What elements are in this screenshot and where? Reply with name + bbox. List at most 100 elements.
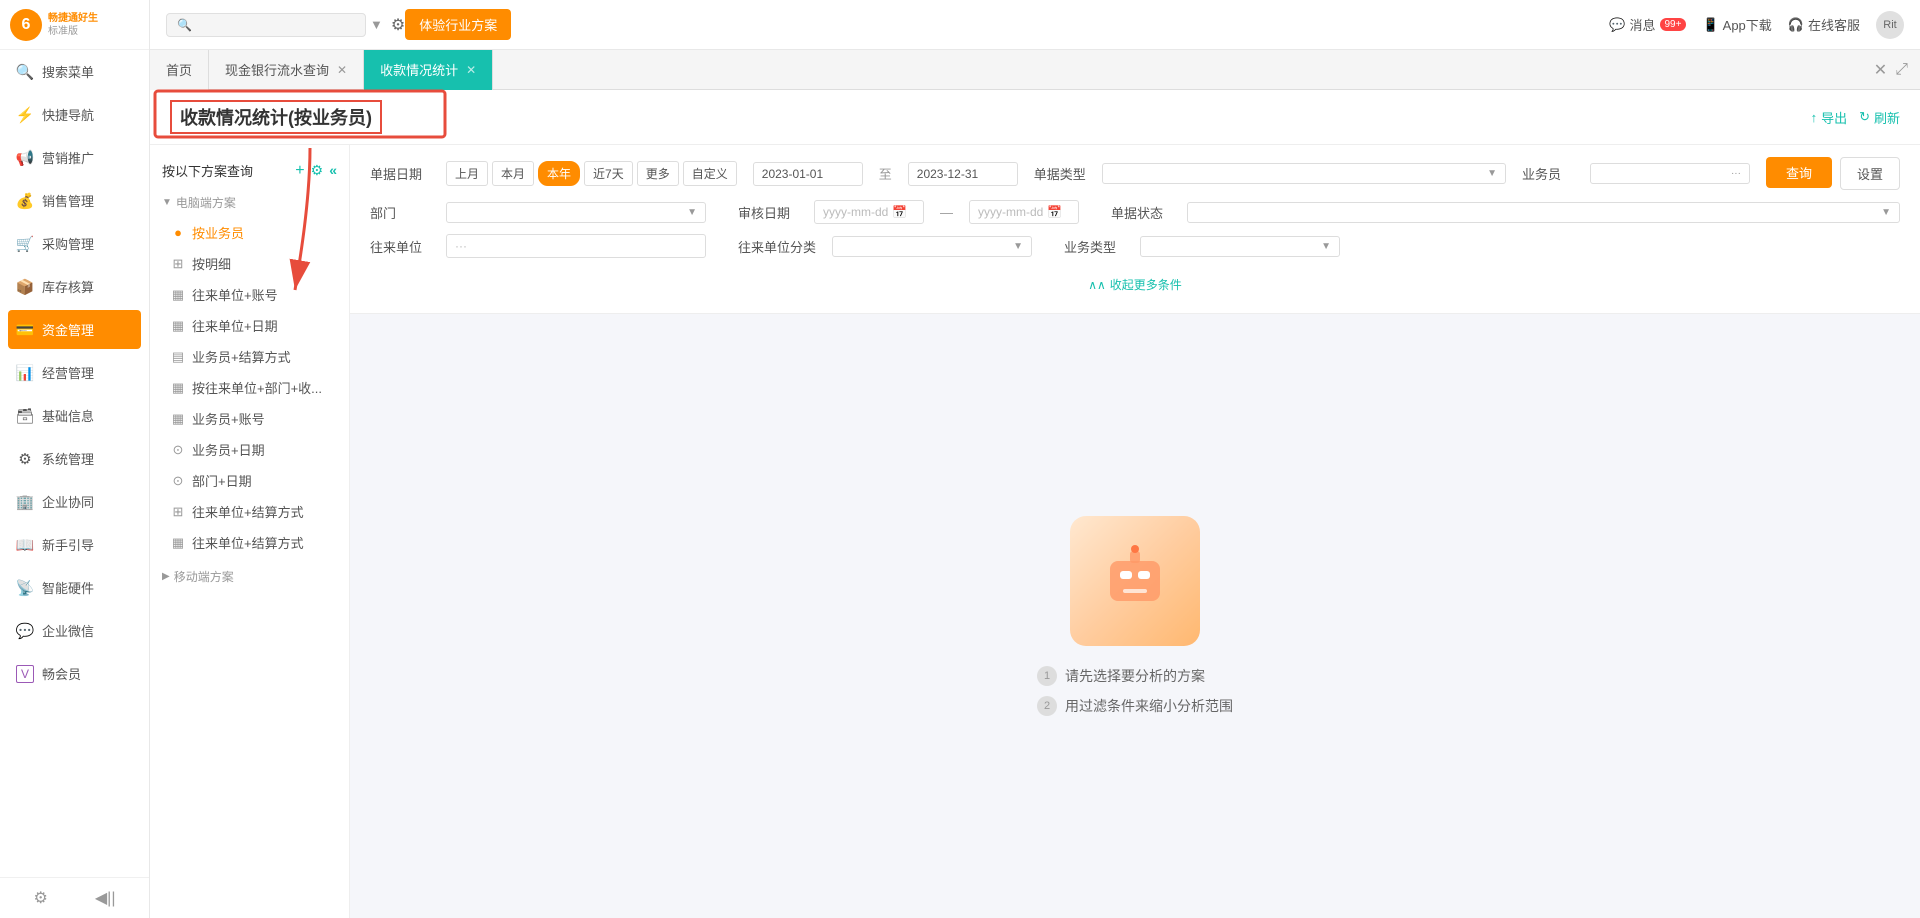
salesperson-select[interactable]: ··· (1590, 163, 1750, 184)
scheme-panel-header: 按以下方案查询 + ⚙ « (150, 153, 349, 188)
review-date-from[interactable]: yyyy-mm-dd 📅 (814, 200, 924, 224)
expand-tabs-icon[interactable]: ⤢ (1895, 61, 1908, 79)
export-btn[interactable]: ↑ 导出 (1811, 108, 1848, 127)
scheme-salesperson-account[interactable]: ▦ 业务员+账号 (150, 403, 349, 434)
tab-home[interactable]: 首页 (150, 50, 209, 90)
sidebar-item-base-info[interactable]: 🗃 基础信息 (0, 394, 149, 437)
counterpart-select[interactable]: ··· (446, 234, 706, 258)
smart-hw-icon: 📡 (16, 579, 34, 597)
doc-type-label: 单据类型 (1034, 164, 1094, 183)
scheme-counterpart-account[interactable]: ▦ 往来单位+账号 (150, 279, 349, 310)
sidebar-item-member[interactable]: V 畅会员 (0, 652, 149, 695)
collapse-filter-btn[interactable]: ∧∧ 收起更多条件 (370, 268, 1900, 301)
calendar-icon-2: 📅 (1047, 205, 1062, 219)
filter-area: 单据日期 上月 本月 本年 近7天 更多 自定义 2023-01-01 至 2 (350, 145, 1920, 314)
scheme-counterpart-settlement1[interactable]: ⊞ 往来单位+结算方式 (150, 496, 349, 527)
sidebar-item-guide[interactable]: 📖 新手引导 (0, 523, 149, 566)
sidebar-item-finance[interactable]: 💳 资金管理 (8, 310, 141, 349)
inventory-icon: 📦 (16, 278, 34, 296)
query-button[interactable]: 查询 (1766, 157, 1832, 188)
counterpart-type-select[interactable]: ▼ (832, 236, 1032, 257)
collapse-panel-icon[interactable]: « (329, 162, 337, 180)
tab-bank-close[interactable]: ✕ (337, 63, 347, 77)
page-title: 收款情况统计(按业务员) (170, 100, 382, 134)
business-type-select[interactable]: ▼ (1140, 236, 1340, 257)
doc-type-select[interactable]: ▼ (1102, 163, 1506, 184)
sidebar: 6 畅捷通好生 标准版 🔍 搜索菜单 ⚡ 快捷导航 📢 营销推广 💰 销售管理 … (0, 0, 150, 918)
refresh-btn[interactable]: ↻ 刷新 (1859, 108, 1900, 127)
pc-group-arrow[interactable]: ▼ (162, 197, 172, 208)
sidebar-item-sales[interactable]: 💰 销售管理 (0, 179, 149, 222)
review-date-sep: — (940, 205, 953, 220)
settings-button[interactable]: 设置 (1840, 157, 1900, 190)
scheme-settings-icon[interactable]: ⚙ (311, 162, 324, 180)
topbar-search-box[interactable]: 🔍 (166, 13, 366, 37)
member-icon: V (16, 665, 34, 683)
date-this-year[interactable]: 本年 (538, 161, 580, 186)
scheme-by-detail[interactable]: ⊞ 按明细 (150, 248, 349, 279)
system-icon: ⚙ (16, 450, 34, 468)
tip-1: 1 请先选择要分析的方案 (1037, 666, 1233, 686)
solution-btn[interactable]: 体验行业方案 (405, 9, 511, 40)
app-download-item[interactable]: 📱 App下载 (1702, 15, 1771, 34)
user-avatar[interactable]: Rit (1876, 11, 1904, 39)
tip-num-1: 1 (1037, 666, 1057, 686)
sidebar-item-system[interactable]: ⚙ 系统管理 (0, 437, 149, 480)
sidebar-navigation: 🔍 搜索菜单 ⚡ 快捷导航 📢 营销推广 💰 销售管理 🛒 采购管理 📦 库存核… (0, 50, 149, 877)
base-info-icon: 🗃 (16, 407, 34, 425)
date-from-input[interactable]: 2023-01-01 (753, 162, 863, 186)
date-custom[interactable]: 自定义 (683, 161, 737, 186)
tab-receipt-close[interactable]: ✕ (466, 63, 476, 77)
logo-icon: 6 (10, 9, 42, 41)
tab-bank[interactable]: 现金银行流水查询 ✕ (209, 50, 364, 90)
counterpart-date-icon: ▦ (170, 318, 186, 334)
content-area: 按以下方案查询 + ⚙ « ▼ 电脑端方案 ● 按业务员 ⊞ 按明细 ▦ (150, 145, 1920, 918)
dept-select[interactable]: ▼ (446, 202, 706, 223)
tab-receipt[interactable]: 收款情况统计 ✕ (364, 50, 493, 90)
sidebar-item-enterprise[interactable]: 🏢 企业协同 (0, 480, 149, 523)
topbar-gear-icon[interactable]: ⚙ (391, 15, 405, 35)
sidebar-item-search-menu[interactable]: 🔍 搜索菜单 (0, 50, 149, 93)
date-7days[interactable]: 近7天 (584, 161, 633, 186)
wechat-icon: 💬 (16, 622, 34, 640)
sidebar-item-smart-hw[interactable]: 📡 智能硬件 (0, 566, 149, 609)
scheme-salesperson-date[interactable]: ⊙ 业务员+日期 (150, 434, 349, 465)
doc-status-select[interactable]: ▼ (1187, 202, 1900, 223)
sidebar-item-quick-nav[interactable]: ⚡ 快捷导航 (0, 93, 149, 136)
topbar-search-icon: 🔍 (177, 18, 192, 32)
scheme-by-salesperson[interactable]: ● 按业务员 (150, 217, 349, 248)
mobile-group-arrow[interactable]: ▶ (162, 571, 170, 582)
salesperson-scheme-icon: ● (170, 225, 186, 241)
sidebar-item-marketing[interactable]: 📢 营销推广 (0, 136, 149, 179)
date-more[interactable]: 更多 (637, 161, 679, 186)
add-scheme-icon[interactable]: + (295, 162, 304, 180)
date-this-month[interactable]: 本月 (492, 161, 534, 186)
scheme-panel-actions: + ⚙ « (295, 162, 337, 180)
collapse-icon: ∧∧ (1088, 278, 1106, 292)
messages-item[interactable]: 💬 消息 99+ (1609, 15, 1686, 34)
review-date-to[interactable]: yyyy-mm-dd 📅 (969, 200, 1079, 224)
date-to-input[interactable]: 2023-12-31 (908, 162, 1018, 186)
business-type-chevron: ▼ (1321, 241, 1331, 252)
sidebar-item-inventory[interactable]: 📦 库存核算 (0, 265, 149, 308)
counterpart-account-icon: ▦ (170, 287, 186, 303)
close-all-tabs-icon[interactable]: ✕ (1874, 60, 1887, 80)
scheme-counterpart-dept[interactable]: ▦ 按往来单位+部门+收... (150, 372, 349, 403)
scheme-salesperson-settlement[interactable]: ▤ 业务员+结算方式 (150, 341, 349, 372)
business-type-label: 业务类型 (1064, 237, 1124, 256)
avatar-circle: Rit (1876, 11, 1904, 39)
sidebar-item-purchase[interactable]: 🛒 采购管理 (0, 222, 149, 265)
sidebar-item-wechat[interactable]: 💬 企业微信 (0, 609, 149, 652)
sidebar-item-operations[interactable]: 📊 经营管理 (0, 351, 149, 394)
topbar-right: 💬 消息 99+ 📱 App下载 🎧 在线客服 Rit (1609, 11, 1904, 39)
settings-bottom-icon[interactable]: ⚙ (34, 888, 48, 908)
topbar-dropdown-arrow[interactable]: ▼ (370, 17, 383, 32)
scheme-dept-date[interactable]: ⊙ 部门+日期 (150, 465, 349, 496)
date-last-month[interactable]: 上月 (446, 161, 488, 186)
scheme-counterpart-date[interactable]: ▦ 往来单位+日期 (150, 310, 349, 341)
online-service-item[interactable]: 🎧 在线客服 (1788, 15, 1860, 34)
scheme-counterpart-settlement2[interactable]: ▦ 往来单位+结算方式 (150, 527, 349, 558)
collapse-sidebar-icon[interactable]: ◀|| (95, 888, 116, 908)
counterpart-type-chevron: ▼ (1013, 241, 1023, 252)
logo-text: 畅捷通好生 标准版 (48, 12, 98, 38)
